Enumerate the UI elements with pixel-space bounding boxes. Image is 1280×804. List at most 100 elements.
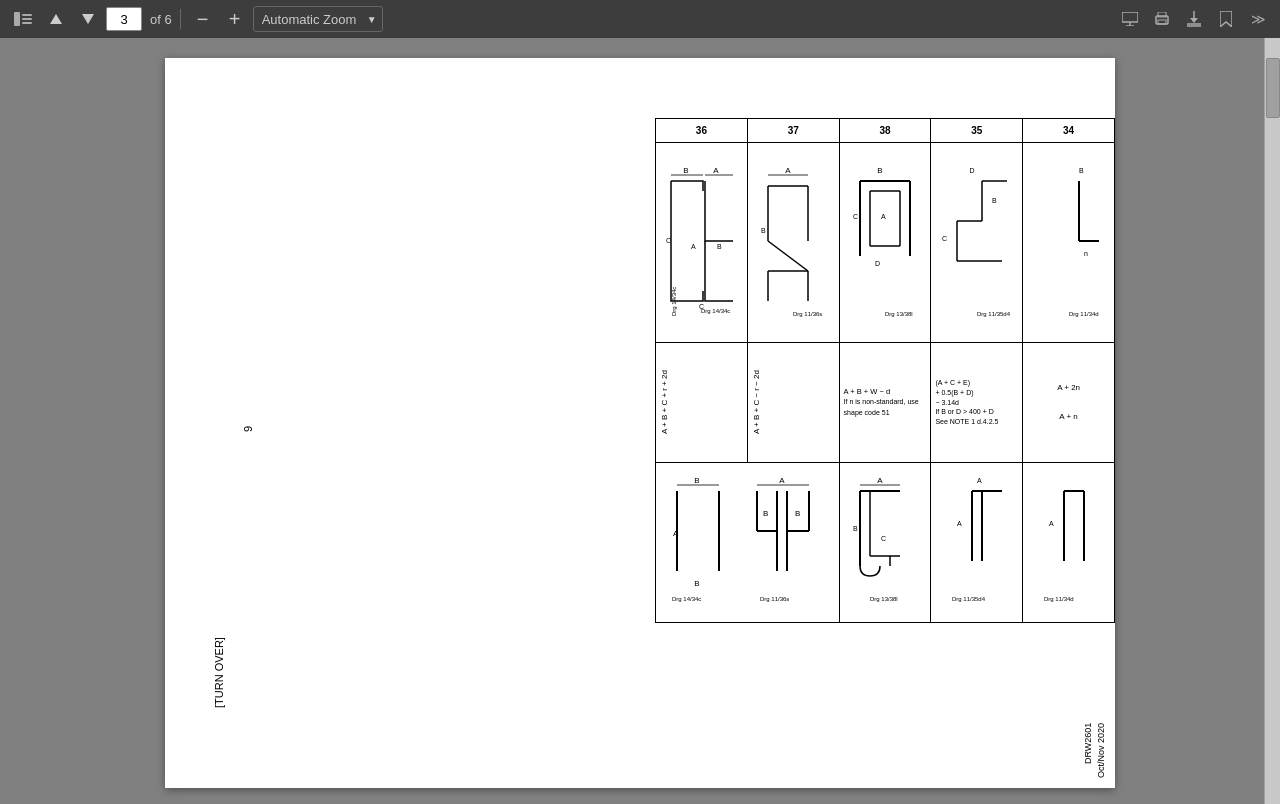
svg-text:B: B: [695, 476, 700, 485]
toolbar-right-actions: ≫: [1116, 5, 1272, 33]
svg-text:Drg 11/35d4: Drg 11/35d4: [952, 596, 986, 602]
svg-line-32: [768, 241, 808, 271]
drw-info: DRW2601 Oct/Nov 2020: [1082, 723, 1107, 778]
svg-text:B: B: [853, 525, 858, 532]
svg-text:C: C: [853, 213, 858, 220]
presentation-mode-button[interactable]: [1116, 5, 1144, 33]
svg-rect-6: [1122, 12, 1138, 22]
svg-text:C: C: [942, 235, 947, 242]
shape-38-cell: B: [839, 143, 931, 343]
svg-text:A: A: [780, 476, 786, 485]
svg-text:Drg 14/34c: Drg 14/34c: [671, 287, 677, 316]
svg-text:Drg 14/34c: Drg 14/34c: [672, 596, 701, 602]
svg-rect-0: [14, 12, 20, 26]
prev-page-button[interactable]: [42, 5, 70, 33]
svg-text:A: A: [786, 166, 792, 175]
bottom-row: B A B Drg 14/34c A: [656, 463, 1115, 623]
svg-text:D: D: [875, 260, 880, 267]
col-header-38: 38: [839, 119, 931, 143]
svg-text:n: n: [1084, 250, 1088, 257]
bookmark-button[interactable]: [1212, 5, 1240, 33]
separator-1: [180, 9, 181, 29]
svg-text:A: A: [673, 529, 679, 538]
shape-36-cell: B A C A B: [656, 143, 748, 343]
print-button[interactable]: [1148, 5, 1176, 33]
svg-rect-2: [22, 18, 32, 20]
formula-36-cell: A + B + C + r + 2d: [656, 343, 748, 463]
svg-text:A: A: [957, 520, 962, 527]
svg-text:B: B: [695, 579, 700, 588]
download-button[interactable]: [1180, 5, 1208, 33]
svg-text:B: B: [761, 227, 766, 234]
bottom-shape-36-svg: B A B Drg 14/34c A: [667, 471, 827, 611]
svg-text:A: A: [714, 166, 720, 175]
bottom-38-cell: A C Drg 13/38l B: [839, 463, 931, 623]
bottom-shape-35-svg: A A Drg 11/35d4: [937, 471, 1017, 611]
formula-36: A + B + C + r + 2d: [660, 370, 670, 434]
svg-text:A: A: [881, 213, 886, 220]
svg-marker-13: [1190, 18, 1198, 23]
sidebar-toggle-button[interactable]: [8, 5, 38, 33]
svg-text:B: B: [1079, 167, 1084, 174]
shape-34-svg: B n Drg 11/34d: [1029, 161, 1109, 321]
svg-marker-5: [82, 14, 94, 24]
right-scrollbar[interactable]: [1264, 38, 1280, 804]
svg-rect-3: [22, 22, 32, 24]
shape-34-cell: B n Drg 11/34d: [1023, 143, 1115, 343]
svg-text:B: B: [717, 243, 722, 250]
svg-text:A: A: [977, 477, 982, 484]
bottom-shape-38-svg: A C Drg 13/38l B: [845, 471, 925, 611]
formula-row: A + B + C + r + 2d A + B + C − r − 2d A …: [656, 343, 1115, 463]
zoom-in-button[interactable]: +: [221, 5, 249, 33]
zoom-out-button[interactable]: −: [189, 5, 217, 33]
svg-marker-16: [1220, 11, 1232, 27]
svg-text:Drg 11/35d4: Drg 11/35d4: [977, 311, 1011, 317]
zoom-selector-wrapper: Automatic Zoom Actual Size Page Fit Page…: [253, 6, 383, 32]
svg-text:Drg 14/34c: Drg 14/34c: [701, 308, 730, 314]
col-header-37: 37: [747, 119, 839, 143]
svg-text:Drg 11/36s: Drg 11/36s: [760, 596, 789, 602]
svg-text:B: B: [992, 197, 997, 204]
col-header-34: 34: [1023, 119, 1115, 143]
shape-38-svg: B: [845, 161, 925, 321]
svg-text:Drg 11/34d: Drg 11/34d: [1069, 311, 1099, 317]
svg-text:C: C: [881, 535, 886, 542]
svg-text:Drg 13/38l: Drg 13/38l: [870, 596, 898, 602]
svg-text:C: C: [699, 303, 704, 310]
drw-number: DRW2601: [1083, 723, 1093, 764]
formula-35-cell: (A + C + E) + 0.5(B + D) − 3.14d If B or…: [931, 343, 1023, 463]
scroll-thumb[interactable]: [1266, 58, 1280, 118]
header-row: 36 37 38 35 34: [656, 119, 1115, 143]
shape-37-svg: A B: [753, 161, 833, 321]
svg-text:D: D: [969, 167, 974, 174]
col-header-36: 36: [656, 119, 748, 143]
col-header-35: 35: [931, 119, 1023, 143]
pdf-toolbar: 3 of 6 − + Automatic Zoom Actual Size Pa…: [0, 0, 1280, 38]
formula-35: (A + C + E) + 0.5(B + D) − 3.14d If B or…: [935, 378, 1018, 427]
next-page-button[interactable]: [74, 5, 102, 33]
svg-text:B: B: [877, 166, 882, 175]
svg-text:A: A: [877, 476, 883, 485]
drawing-table: 36 37 38 35 34 B A: [655, 118, 1115, 623]
shape-36-svg: B A C A B: [661, 161, 741, 321]
shape-row: B A C A B: [656, 143, 1115, 343]
pdf-content-area[interactable]: 9 36 37 38 35 34 B: [0, 38, 1280, 804]
shape-37-cell: A B: [747, 143, 839, 343]
bottom-shape-34-svg: A Drg 11/34d: [1029, 471, 1109, 611]
formula-38: A + B + W − d If n is non-standard, use …: [844, 387, 927, 419]
page-number-input[interactable]: 3: [106, 7, 142, 31]
page-number-side: 9: [242, 426, 254, 432]
formula-37-cell: A + B + C − r − 2d: [747, 343, 839, 463]
svg-text:A: A: [1049, 520, 1054, 527]
formula-37: A + B + C − r − 2d: [752, 370, 762, 434]
svg-rect-1: [22, 14, 32, 16]
shape-35-svg: D B C Drg 11/35d4: [937, 161, 1017, 321]
formula-34: A + 2n A + n: [1027, 381, 1110, 424]
formula-34-cell: A + 2n A + n: [1023, 343, 1115, 463]
drw-date: Oct/Nov 2020: [1095, 723, 1105, 778]
more-tools-button[interactable]: ≫: [1244, 5, 1272, 33]
zoom-select[interactable]: Automatic Zoom Actual Size Page Fit Page…: [253, 6, 383, 32]
svg-text:Drg 11/36s: Drg 11/36s: [793, 311, 822, 317]
bottom-36-cell: B A B Drg 14/34c A: [656, 463, 840, 623]
svg-text:A: A: [691, 243, 696, 250]
